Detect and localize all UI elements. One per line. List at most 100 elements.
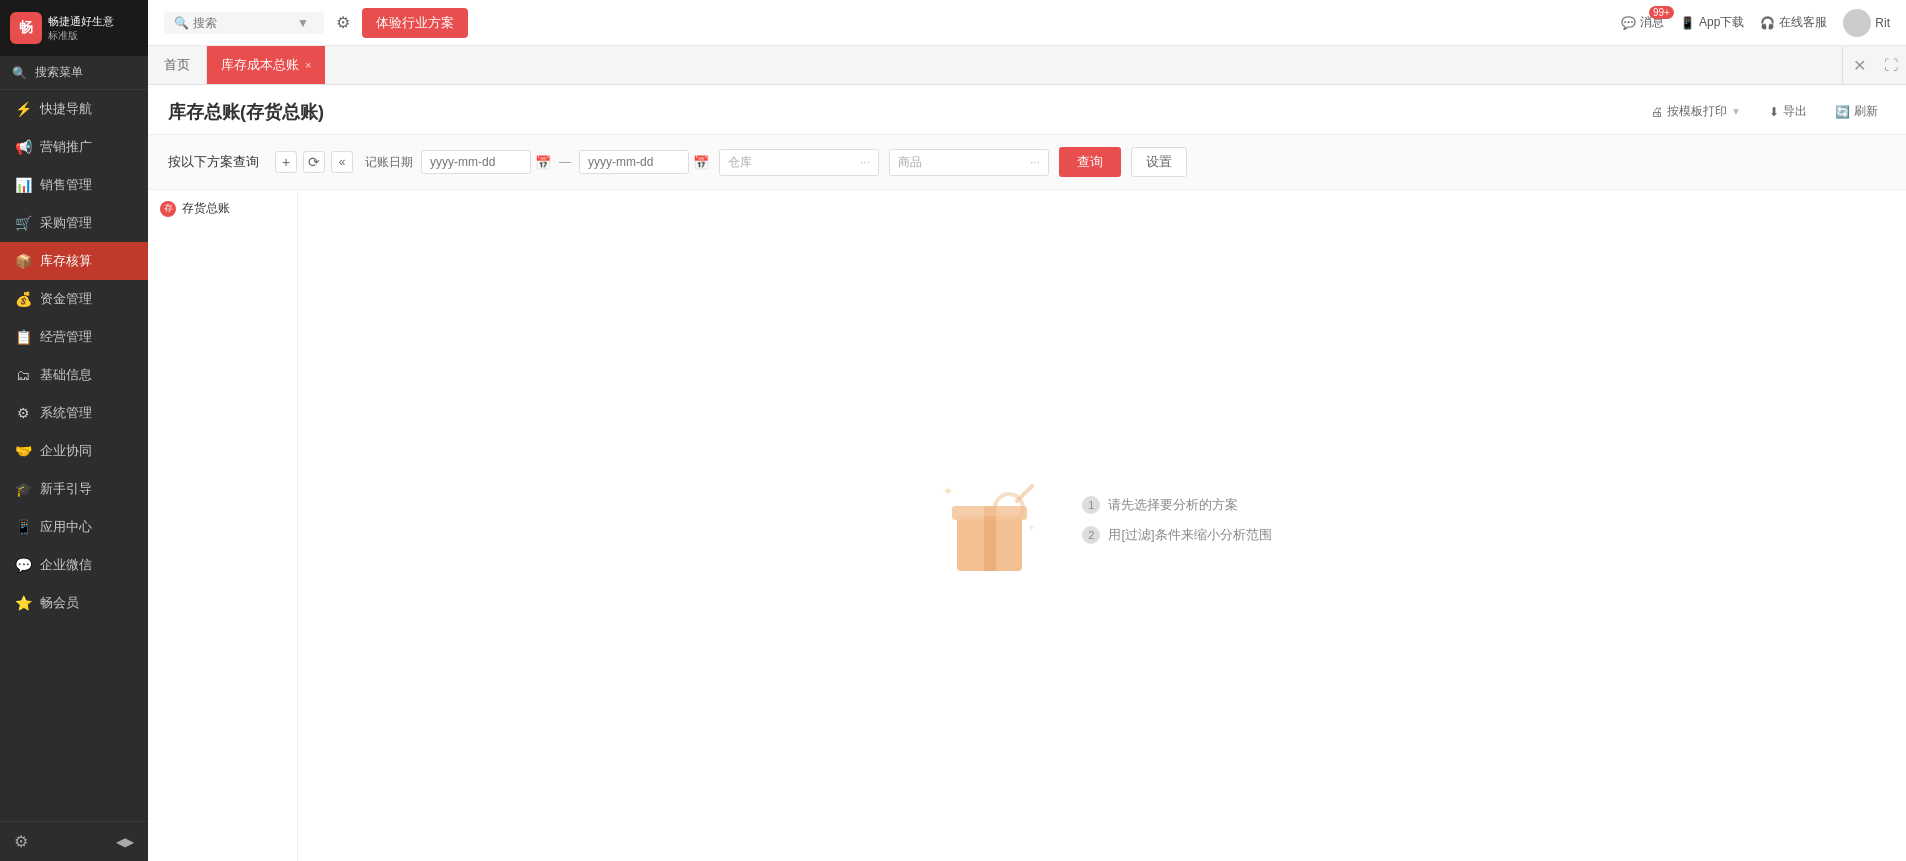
sidebar-footer: ⚙ ◀▶: [0, 821, 148, 861]
filter-collapse-btn[interactable]: «: [331, 151, 353, 173]
goods-more-icon[interactable]: ···: [1030, 155, 1040, 169]
page-actions: 🖨 按模板打印 ▼ ⬇ 导出 🔄 刷新: [1643, 99, 1886, 124]
tabbar: 首页 库存成本总账 × ✕ ⛶: [148, 46, 1906, 85]
sidebar-item-inventory[interactable]: 📦 库存核算: [0, 242, 148, 280]
step-2-number: 2: [1082, 526, 1100, 544]
sidebar-item-purchase[interactable]: 🛒 采购管理: [0, 204, 148, 242]
filter-recycle-btn[interactable]: ⟳: [303, 151, 325, 173]
topbar: 🔍 ▼ ⚙ 体验行业方案 💬 消息 99+ 📱 App下载 🎧 在线客服 R: [148, 0, 1906, 46]
message-badge: 99+: [1649, 6, 1674, 19]
refresh-icon: 🔄: [1835, 105, 1850, 119]
sidebar-item-operation[interactable]: 📋 经营管理: [0, 318, 148, 356]
filter-date-start: 📅: [421, 150, 551, 174]
warehouse-placeholder: 仓库: [728, 154, 860, 171]
sidebar-item-app-center[interactable]: 📱 应用中心: [0, 508, 148, 546]
basic-icon: 🗂: [14, 366, 32, 384]
filter-bar: 按以下方案查询 + ⟳ « 记账日期 📅 — 📅: [148, 135, 1906, 190]
scheme-item-icon: 存: [160, 201, 176, 217]
scheme-panel: 存 存货总账: [148, 190, 298, 861]
gear-icon[interactable]: ⚙: [336, 13, 350, 32]
username-label: Rit: [1875, 16, 1890, 30]
topbar-search-area[interactable]: 🔍 ▼: [164, 12, 324, 34]
avatar: [1843, 9, 1871, 37]
finance-icon: 💰: [14, 290, 32, 308]
sidebar-item-sales[interactable]: 📊 销售管理: [0, 166, 148, 204]
close-tab-icon[interactable]: ×: [305, 59, 311, 71]
sidebar-item-quick-nav[interactable]: ⚡ 快捷导航: [0, 90, 148, 128]
search-icon: 🔍: [12, 66, 27, 80]
calendar-start-icon[interactable]: 📅: [535, 155, 551, 170]
page-header: 库存总账(存货总账) 🖨 按模板打印 ▼ ⬇ 导出 🔄 刷新: [148, 85, 1906, 135]
app-logo: 畅 畅捷通好生意 标准版: [0, 0, 148, 56]
empty-step-2: 2 用[过滤]条件来缩小分析范围: [1082, 526, 1271, 544]
search-topbar-icon: 🔍: [174, 16, 189, 30]
app-download-btn[interactable]: 📱 App下载: [1680, 14, 1744, 31]
export-icon: ⬇: [1769, 105, 1779, 119]
tab-expand-btn[interactable]: ⛶: [1876, 46, 1906, 84]
svg-rect-2: [984, 516, 996, 571]
empty-box-svg: ✦ ✦: [932, 466, 1052, 586]
filter-date-end: 📅: [579, 150, 709, 174]
filter-label: 按以下方案查询: [168, 153, 259, 171]
warehouse-select[interactable]: 仓库 ···: [719, 149, 879, 176]
content-area: 库存总账(存货总账) 🖨 按模板打印 ▼ ⬇ 导出 🔄 刷新 按以下方案查询: [148, 85, 1906, 861]
system-icon: ⚙: [14, 404, 32, 422]
export-btn[interactable]: ⬇ 导出: [1761, 99, 1815, 124]
tab-home[interactable]: 首页: [148, 46, 207, 84]
step-1-number: 1: [1082, 496, 1100, 514]
print-icon: 🖨: [1651, 105, 1663, 119]
inventory-icon: 📦: [14, 252, 32, 270]
sidebar-item-member[interactable]: ⭐ 畅会员: [0, 584, 148, 622]
settings-footer-icon[interactable]: ⚙: [14, 832, 28, 851]
message-btn[interactable]: 💬 消息 99+: [1621, 14, 1664, 31]
query-btn[interactable]: 查询: [1059, 147, 1121, 177]
tab-close-btn[interactable]: ✕: [1842, 46, 1876, 84]
empty-step-1: 1 请先选择要分析的方案: [1082, 496, 1271, 514]
svg-text:✦: ✦: [942, 483, 954, 499]
sidebar-item-finance[interactable]: 💰 资金管理: [0, 280, 148, 318]
sidebar-item-enterprise[interactable]: 🤝 企业协同: [0, 432, 148, 470]
tab-inventory-ledger[interactable]: 库存成本总账 ×: [207, 46, 325, 84]
sales-icon: 📊: [14, 176, 32, 194]
date-separator: —: [559, 155, 571, 169]
date-start-input[interactable]: [421, 150, 531, 174]
warehouse-more-icon[interactable]: ···: [860, 155, 870, 169]
print-btn[interactable]: 🖨 按模板打印 ▼: [1643, 99, 1749, 124]
sidebar-search[interactable]: 🔍 搜索菜单: [0, 56, 148, 90]
online-support-btn[interactable]: 🎧 在线客服: [1760, 14, 1827, 31]
empty-text-block: 1 请先选择要分析的方案 2 用[过滤]条件来缩小分析范围: [1082, 496, 1271, 556]
filter-actions: + ⟳ «: [275, 151, 353, 173]
marketing-icon: 📢: [14, 138, 32, 156]
sidebar-item-system[interactable]: ⚙ 系统管理: [0, 394, 148, 432]
scheme-item-inventory[interactable]: 存 存货总账: [148, 190, 297, 227]
sidebar-nav: ⚡ 快捷导航 📢 营销推广 📊 销售管理 🛒 采购管理 📦 库存核算 💰 资金管…: [0, 90, 148, 821]
collapse-footer-icon[interactable]: ◀▶: [116, 835, 134, 849]
sidebar-item-basic[interactable]: 🗂 基础信息: [0, 356, 148, 394]
sidebar-item-marketing[interactable]: 📢 营销推广: [0, 128, 148, 166]
goods-select[interactable]: 商品 ···: [889, 149, 1049, 176]
goods-placeholder: 商品: [898, 154, 1030, 171]
refresh-btn[interactable]: 🔄 刷新: [1827, 99, 1886, 124]
industry-btn[interactable]: 体验行业方案: [362, 8, 468, 38]
headset-icon: 🎧: [1760, 16, 1775, 30]
app-name: 畅捷通好生意 标准版: [48, 14, 114, 41]
filter-conditions: 记账日期 📅 — 📅 仓库 ··· 商品: [365, 147, 1886, 177]
operation-icon: 📋: [14, 328, 32, 346]
calendar-end-icon[interactable]: 📅: [693, 155, 709, 170]
page-title: 库存总账(存货总账): [168, 100, 324, 124]
filter-add-btn[interactable]: +: [275, 151, 297, 173]
member-icon: ⭐: [14, 594, 32, 612]
empty-illustration: ✦ ✦: [932, 466, 1052, 586]
chevron-down-icon[interactable]: ▼: [297, 16, 309, 30]
user-area[interactable]: Rit: [1843, 9, 1890, 37]
body-area: 存 存货总账: [148, 190, 1906, 861]
enterprise-icon: 🤝: [14, 442, 32, 460]
topbar-search-input[interactable]: [193, 16, 293, 30]
topbar-right: 💬 消息 99+ 📱 App下载 🎧 在线客服 Rit: [1621, 9, 1890, 37]
sidebar-item-newbie[interactable]: 🎓 新手引导: [0, 470, 148, 508]
sidebar-item-wechat[interactable]: 💬 企业微信: [0, 546, 148, 584]
main-area: 🔍 ▼ ⚙ 体验行业方案 💬 消息 99+ 📱 App下载 🎧 在线客服 R: [148, 0, 1906, 861]
filter-settings-btn[interactable]: 设置: [1131, 147, 1187, 177]
print-chevron-icon: ▼: [1731, 106, 1741, 117]
date-end-input[interactable]: [579, 150, 689, 174]
